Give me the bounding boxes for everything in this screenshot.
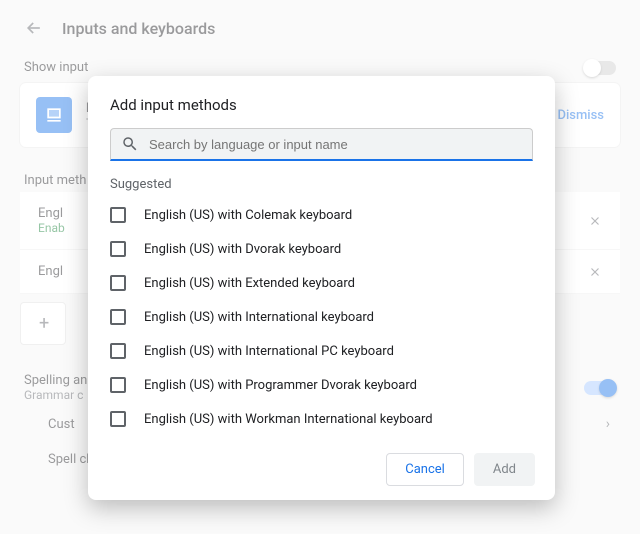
checkbox[interactable] [110,309,126,325]
search-field-wrap[interactable] [110,128,533,161]
checkbox[interactable] [110,275,126,291]
option-label: English (US) with Colemak keyboard [144,208,352,223]
checkbox[interactable] [110,343,126,359]
show-input-label: Show input [24,60,88,75]
method-enabled: Enab [38,221,65,235]
dismiss-button[interactable]: Dismiss [557,108,604,123]
chevron-right-icon: › [606,416,610,432]
method-name: Engl [38,206,65,221]
input-method-option[interactable]: English (US) with International PC keybo… [88,334,555,368]
show-input-toggle[interactable] [584,61,616,75]
search-icon [121,135,139,153]
banner-icon [36,97,72,133]
add-input-methods-dialog: Add input methods Suggested English (US)… [88,76,555,500]
spelling-title: Spelling an [24,373,87,388]
input-method-option[interactable]: English (US) with Workman International … [88,402,555,436]
search-input[interactable] [149,137,522,152]
add-button[interactable]: Add [474,453,535,486]
option-label: English (US) with Extended keyboard [144,276,355,291]
customize-label: Cust [48,417,75,432]
option-label: English (US) with International PC keybo… [144,344,394,359]
option-label: English (US) with International keyboard [144,310,374,325]
input-method-option[interactable]: English (US) with Dvorak keyboard [88,232,555,266]
page-title: Inputs and keyboards [62,19,215,38]
option-label: English (US) with Dvorak keyboard [144,242,341,257]
cancel-button[interactable]: Cancel [386,453,464,486]
input-method-option[interactable]: English (US) with International keyboard [88,300,555,334]
method-name: Engl [38,264,63,279]
suggested-label: Suggested [88,161,555,198]
checkbox[interactable] [110,241,126,257]
input-method-option[interactable]: English (US) with Programmer Dvorak keyb… [88,368,555,402]
spelling-toggle[interactable] [584,381,616,395]
input-method-option[interactable]: English (US) with Colemak keyboard [88,198,555,232]
add-method-button[interactable]: + [20,302,66,345]
dialog-title: Add input methods [88,76,555,128]
back-arrow-icon[interactable] [24,18,44,38]
close-icon[interactable] [588,214,602,228]
options-list: English (US) with Colemak keyboard Englis… [88,198,555,441]
checkbox[interactable] [110,377,126,393]
input-method-option[interactable]: English (US) with Extended keyboard [88,266,555,300]
option-label: English (US) with Workman International … [144,412,433,427]
spelling-sub: Grammar c [24,388,87,402]
option-label: English (US) with Programmer Dvorak keyb… [144,378,417,393]
checkbox[interactable] [110,411,126,427]
close-icon[interactable] [588,265,602,279]
checkbox[interactable] [110,207,126,223]
